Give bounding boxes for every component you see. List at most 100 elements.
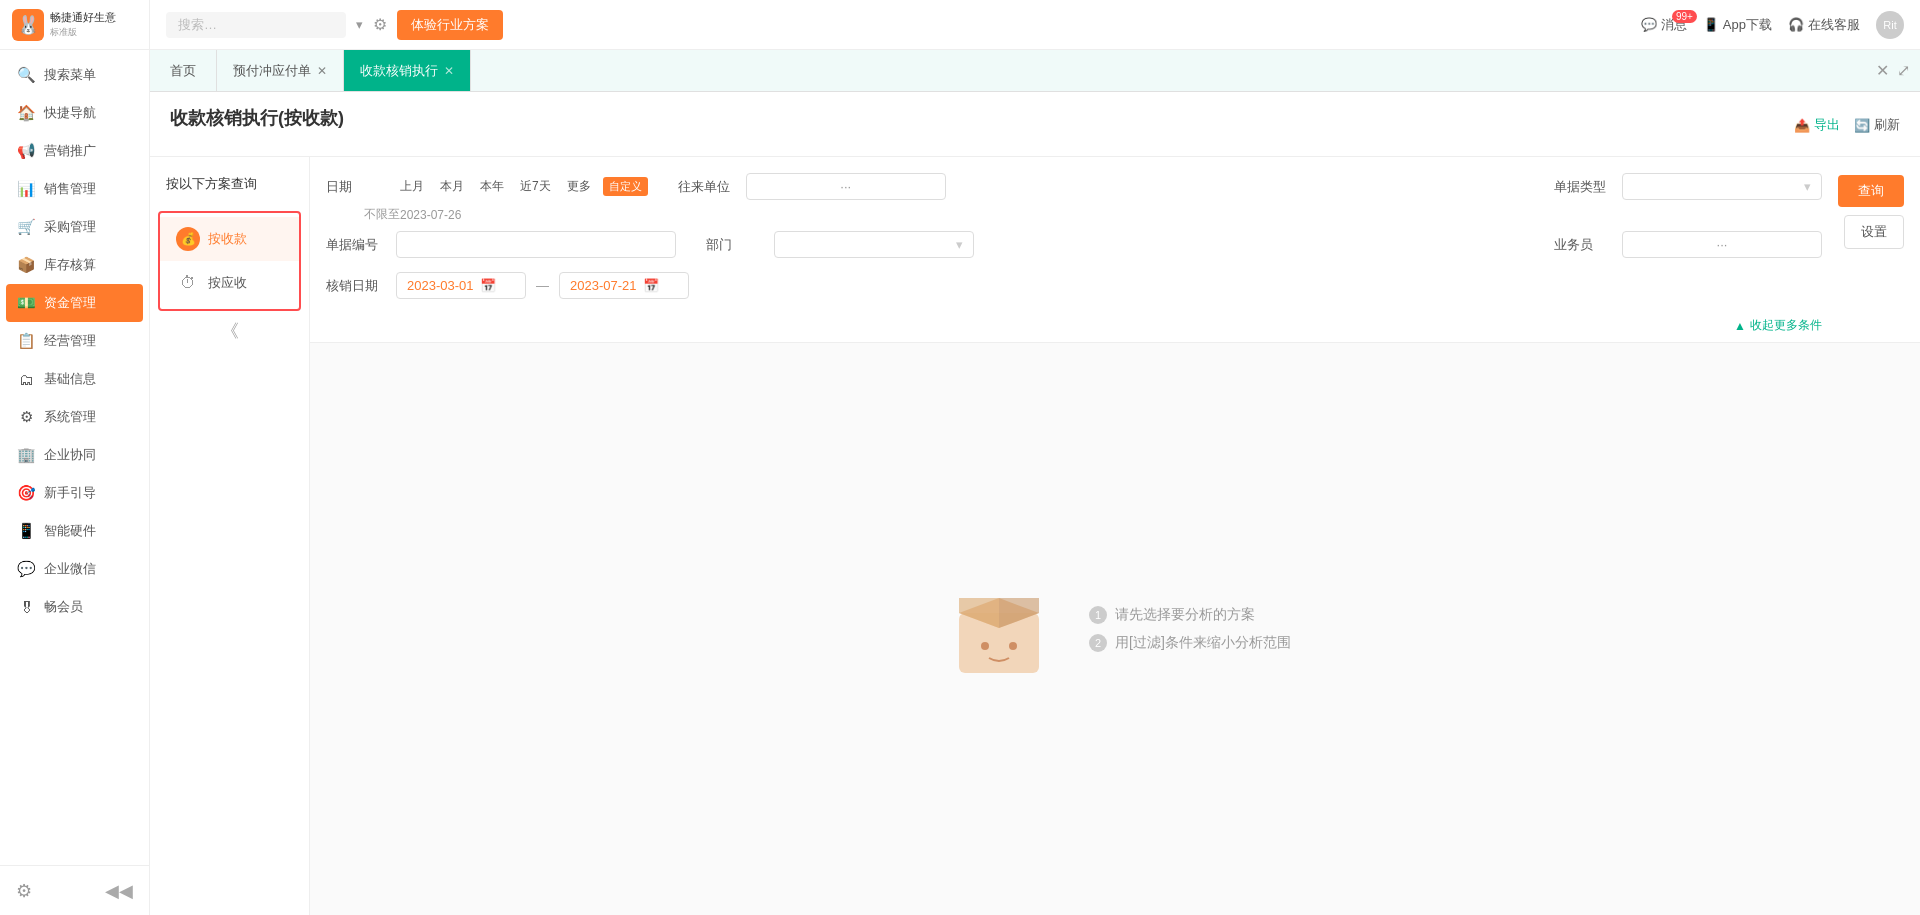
dept-field: 部门 ▾ [706, 231, 1544, 258]
operations-icon: 📋 [16, 332, 36, 350]
page-title-bar: 收款核销执行(按收款) 📤 导出 🔄 刷新 [150, 92, 1920, 157]
user-name: Rit [1883, 19, 1896, 31]
smart-hw-icon: 📱 [16, 522, 36, 540]
collapse-filter-sidebar-button[interactable]: 《 [150, 319, 309, 343]
close-tab-prepay-icon[interactable]: ✕ [317, 64, 327, 78]
sidebar-item-search-menu[interactable]: 🔍 搜索菜单 [0, 56, 149, 94]
messages-button[interactable]: 💬 消息 99+ [1641, 16, 1687, 34]
dropdown-icon[interactable]: ▾ [356, 17, 363, 32]
collapse-more-label: 收起更多条件 [1750, 317, 1822, 334]
verify-start-input[interactable]: 2023-03-01 📅 [396, 272, 526, 299]
sidebar-item-purchase[interactable]: 🛒 采购管理 [0, 208, 149, 246]
sidebar-item-operations[interactable]: 📋 经营管理 [0, 322, 149, 360]
sales-icon: 📊 [16, 180, 36, 198]
gear-icon[interactable]: ⚙ [373, 15, 387, 34]
tab-bar-actions: ✕ ⤢ [1876, 61, 1920, 80]
collapse-sidebar-icon[interactable]: ◀◀ [105, 880, 133, 902]
sidebar-item-smart-hw[interactable]: 📱 智能硬件 [0, 512, 149, 550]
query-buttons: 查询 设置 [1838, 173, 1904, 334]
quick-date-last-month[interactable]: 上月 [396, 176, 428, 197]
date-no-limit: 不限 至 2023-07-26 [364, 206, 1822, 223]
quick-dates: 上月 本月 本年 近7天 更多 自定义 [396, 176, 648, 197]
maximize-icon[interactable]: ⤢ [1897, 61, 1910, 80]
sidebar-label-marketing: 营销推广 [44, 142, 96, 160]
tab-receipt[interactable]: 收款核销执行 ✕ [344, 50, 471, 91]
filter-by-receipt[interactable]: 💰 按收款 [160, 217, 299, 261]
sidebar-label-basic-info: 基础信息 [44, 370, 96, 388]
online-service-button[interactable]: 🎧 在线客服 [1788, 16, 1860, 34]
sidebar-item-marketing[interactable]: 📢 营销推广 [0, 132, 149, 170]
form-row-2: 单据编号 部门 ▾ 业务员 ··· [326, 231, 1822, 258]
dept-label: 部门 [706, 236, 766, 254]
basic-info-icon: 🗂 [16, 371, 36, 388]
export-button[interactable]: 📤 导出 [1794, 116, 1840, 134]
quick-date-this-month[interactable]: 本月 [436, 176, 468, 197]
filter-by-receivable[interactable]: ⏱ 按应收 [160, 261, 299, 305]
content-area: 按以下方案查询 💰 按收款 ⏱ 按应收 《 [150, 157, 1920, 915]
sidebar-item-basic-info[interactable]: 🗂 基础信息 [0, 360, 149, 398]
quick-date-more[interactable]: 更多 [563, 176, 595, 197]
doc-no-label: 单据编号 [326, 236, 386, 254]
collapse-icon: 《 [221, 319, 239, 343]
dept-chevron-icon: ▾ [956, 237, 963, 252]
content-wrapper: 收款核销执行(按收款) 📤 导出 🔄 刷新 按以下方案查询 💰 [150, 92, 1920, 915]
sidebar-item-finance[interactable]: 💵 资金管理 [6, 284, 143, 322]
avatar[interactable]: Rit [1876, 11, 1904, 39]
staff-input[interactable]: ··· [1622, 231, 1822, 258]
sidebar-item-enterprise-collab[interactable]: 🏢 企业协同 [0, 436, 149, 474]
sidebar-label-search-menu: 搜索菜单 [44, 66, 96, 84]
quick-date-this-year[interactable]: 本年 [476, 176, 508, 197]
collapse-more-button[interactable]: ▲ 收起更多条件 [326, 313, 1822, 334]
filter-options-box: 💰 按收款 ⏱ 按应收 [158, 211, 301, 311]
verify-date-label: 核销日期 [326, 277, 386, 295]
sidebar-item-inventory[interactable]: 📦 库存核算 [0, 246, 149, 284]
sidebar-label-smart-hw: 智能硬件 [44, 522, 96, 540]
dept-select[interactable]: ▾ [774, 231, 974, 258]
settings-icon[interactable]: ⚙ [16, 880, 32, 902]
custom-date-tag[interactable]: 自定义 [603, 177, 648, 196]
tab-home[interactable]: 首页 [150, 50, 217, 91]
date-separator: — [536, 278, 549, 293]
close-tab-receipt-icon[interactable]: ✕ [444, 64, 454, 78]
doc-no-input[interactable] [396, 231, 676, 258]
sidebar-item-vip[interactable]: 🎖 畅会员 [0, 588, 149, 626]
refresh-icon: 🔄 [1854, 118, 1870, 133]
refresh-button[interactable]: 🔄 刷新 [1854, 116, 1900, 134]
form-fields: 日期 上月 本月 本年 近7天 更多 自定义 往来单位 [326, 173, 1822, 334]
sidebar-item-guide[interactable]: 🎯 新手引导 [0, 474, 149, 512]
search-menu-icon: 🔍 [16, 66, 36, 84]
setting-button[interactable]: 设置 [1844, 215, 1904, 249]
tab-prepay[interactable]: 预付冲应付单 ✕ [217, 50, 344, 91]
quick-date-7days[interactable]: 近7天 [516, 176, 555, 197]
no-limit-text: 不限 [364, 206, 388, 223]
date-to-text: 至 [388, 206, 400, 223]
close-tab-icon[interactable]: ✕ [1876, 61, 1889, 80]
topbar-left: 搜索… ▾ ⚙ 体验行业方案 [166, 10, 503, 40]
receivable-icon: ⏱ [176, 271, 200, 295]
sidebar-item-system[interactable]: ⚙ 系统管理 [0, 398, 149, 436]
staff-field: 业务员 ··· [1554, 231, 1822, 258]
page-actions: 📤 导出 🔄 刷新 [1794, 116, 1900, 134]
empty-state: 1 请先选择要分析的方案 2 用[过滤]条件来缩小分析范围 [310, 343, 1920, 915]
right-content: 日期 上月 本月 本年 近7天 更多 自定义 往来单位 [310, 157, 1920, 915]
doc-type-label: 单据类型 [1554, 178, 1614, 196]
empty-illustration [939, 568, 1059, 691]
tab-bar: 首页 预付冲应付单 ✕ 收款核销执行 ✕ ✕ ⤢ [150, 50, 1920, 92]
filter-form: 日期 上月 本月 本年 近7天 更多 自定义 往来单位 [310, 157, 1920, 343]
doc-type-select[interactable]: ▾ [1622, 173, 1822, 200]
staff-label: 业务员 [1554, 236, 1614, 254]
step-1-number: 1 [1089, 606, 1107, 624]
sidebar-item-quick-nav[interactable]: 🏠 快捷导航 [0, 94, 149, 132]
online-service-label: 在线客服 [1808, 16, 1860, 34]
query-button[interactable]: 查询 [1838, 175, 1904, 207]
tab-home-label: 首页 [170, 62, 196, 80]
sidebar-label-purchase: 采购管理 [44, 218, 96, 236]
app-download-icon: 📱 [1703, 17, 1719, 32]
sidebar-item-enterprise-wx[interactable]: 💬 企业微信 [0, 550, 149, 588]
counterparty-input[interactable]: ··· [746, 173, 946, 200]
sidebar-item-sales[interactable]: 📊 销售管理 [0, 170, 149, 208]
app-download-button[interactable]: 📱 App下载 [1703, 16, 1772, 34]
sidebar-label-vip: 畅会员 [44, 598, 83, 616]
verify-end-input[interactable]: 2023-07-21 📅 [559, 272, 689, 299]
industry-solution-button[interactable]: 体验行业方案 [397, 10, 503, 40]
